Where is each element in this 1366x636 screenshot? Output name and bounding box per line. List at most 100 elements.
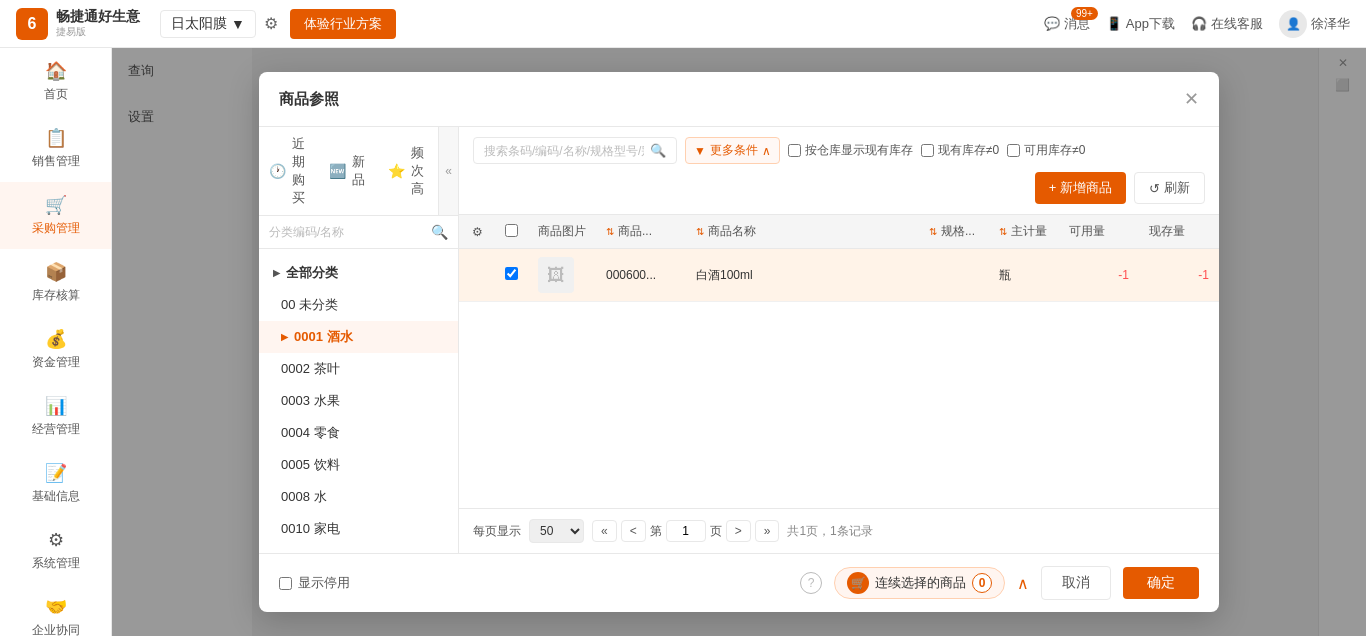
sidebar-item-purchase[interactable]: 🛒 采购管理	[0, 182, 111, 249]
more-filters-button[interactable]: ▼ 更多条件 ∧	[685, 137, 780, 164]
filter-collapse-icon: ∧	[762, 144, 771, 158]
td-unit: 瓶	[989, 249, 1059, 302]
product-search-input[interactable]	[484, 144, 644, 158]
content-area: 查询 设置 ✕ ⬜ 商品参照 ✕	[112, 48, 1366, 636]
table-settings-icon[interactable]: ⚙	[472, 225, 483, 239]
refresh-button[interactable]: ↺ 刷新	[1134, 172, 1205, 204]
messages-button[interactable]: 💬 消息 99+	[1044, 15, 1090, 33]
th-name: ⇅ 商品名称	[686, 215, 919, 249]
th-gear: ⚙	[459, 215, 495, 249]
category-item-fruit[interactable]: 0003 水果	[259, 385, 458, 417]
cancel-button[interactable]: 取消	[1041, 566, 1111, 600]
sidebar-item-corp-collab[interactable]: 🤝 企业协同	[0, 584, 111, 636]
td-stock: -1	[1139, 249, 1219, 302]
select-all-checkbox[interactable]	[505, 224, 518, 237]
category-item-snacks[interactable]: 0004 零食	[259, 417, 458, 449]
collab-icon: 🤝	[45, 596, 67, 618]
inventory-icon: 📦	[45, 261, 67, 283]
product-search-icon[interactable]: 🔍	[650, 143, 666, 158]
trial-button[interactable]: 体验行业方案	[290, 9, 396, 39]
new-icon: 🆕	[329, 163, 346, 179]
page-size-select[interactable]: 50 10 20 100	[529, 519, 584, 543]
left-panel-collapse-btn[interactable]: «	[438, 127, 458, 215]
product-reference-modal: 商品参照 ✕ 🕐 近期购买 🆕	[259, 72, 1219, 612]
category-search-icon[interactable]: 🔍	[431, 224, 448, 240]
sidebar-item-finance[interactable]: 💰 资金管理	[0, 316, 111, 383]
gear-icon[interactable]: ⚙	[264, 14, 278, 33]
user-avatar[interactable]: 👤 徐泽华	[1279, 10, 1350, 38]
td-available: -1	[1059, 249, 1139, 302]
nav-selector[interactable]: 日太阳膜 ▼	[160, 10, 256, 38]
td-name: 白酒100ml	[686, 249, 919, 302]
modal-left-tabs: 🕐 近期购买 🆕 新品 ⭐ 频次高 «	[259, 127, 458, 216]
td-img: 🖼	[528, 249, 596, 302]
app-download-button[interactable]: 📱 App下载	[1106, 15, 1175, 33]
sort-icon: ⇅	[999, 226, 1007, 237]
th-available: 可用量	[1059, 215, 1139, 249]
recent-purchase-tab[interactable]: 🕐 近期购买	[259, 127, 319, 215]
modal-header: 商品参照 ✕	[259, 72, 1219, 127]
category-item-liquor[interactable]: ▶ 0001 酒水	[259, 321, 458, 353]
sort-icon: ⇅	[606, 226, 614, 237]
toolbar-actions: + 新增商品 ↺ 刷新	[1035, 172, 1205, 204]
category-item-water[interactable]: 0008 水	[259, 481, 458, 513]
nonzero-avail-checkbox[interactable]: 可用库存≠0	[1007, 142, 1085, 159]
category-item-uncategorized[interactable]: 00 未分类	[259, 289, 458, 321]
cart-count-badge: 0	[972, 573, 992, 593]
td-checkbox[interactable]	[495, 249, 528, 302]
category-item-tea[interactable]: 0002 茶叶	[259, 353, 458, 385]
warehouse-filter-checkbox[interactable]: 按仓库显示现有库存	[788, 142, 913, 159]
purchase-icon: 🛒	[45, 194, 67, 216]
show-disabled-checkbox[interactable]: 显示停用	[279, 574, 350, 592]
page-total: 共1页，1条记录	[787, 523, 872, 540]
message-badge: 99+	[1071, 7, 1098, 20]
new-products-tab[interactable]: 🆕 新品	[319, 127, 379, 215]
star-icon: ⭐	[388, 163, 405, 179]
product-image: 🖼	[538, 257, 574, 293]
next-page-btn[interactable]: >	[726, 520, 751, 542]
sidebar-item-inventory[interactable]: 📦 库存核算	[0, 249, 111, 316]
th-img: 商品图片	[528, 215, 596, 249]
sidebar-item-sales[interactable]: 📋 销售管理	[0, 115, 111, 182]
add-product-button[interactable]: + 新增商品	[1035, 172, 1126, 204]
cart-icon: 🛒	[847, 572, 869, 594]
confirm-button[interactable]: 确定	[1123, 567, 1199, 599]
help-button[interactable]: ?	[800, 572, 822, 594]
sort-icon: ⇅	[929, 226, 937, 237]
modal-close-button[interactable]: ✕	[1184, 88, 1199, 110]
refresh-icon: ↺	[1149, 181, 1160, 196]
last-page-btn[interactable]: »	[755, 520, 780, 542]
td-code: 000600...	[596, 249, 686, 302]
modal-title: 商品参照	[279, 90, 339, 109]
online-service-button[interactable]: 🎧 在线客服	[1191, 15, 1263, 33]
cart-selector[interactable]: 🛒 连续选择的商品 0	[834, 567, 1005, 599]
sidebar-item-system[interactable]: ⚙ 系统管理	[0, 517, 111, 584]
app-icon: 📱	[1106, 16, 1122, 31]
footer-collapse-icon[interactable]: ∧	[1017, 574, 1029, 593]
th-stock: 现存量	[1139, 215, 1219, 249]
td-gear	[459, 249, 495, 302]
category-item-drinks[interactable]: 0005 饮料	[259, 449, 458, 481]
operations-icon: 📊	[45, 395, 67, 417]
logo-text: 畅捷通好生意	[56, 8, 140, 25]
footer-right: ? 🛒 连续选择的商品 0 ∧ 取消 确定	[800, 566, 1199, 600]
system-icon: ⚙	[48, 529, 64, 551]
category-item-all[interactable]: ▶ 全部分类	[259, 257, 458, 289]
topbar: 6 畅捷通好生意 捷易版 日太阳膜 ▼ ⚙ 体验行业方案 💬 消息 99+ 📱 …	[0, 0, 1366, 48]
topbar-right: 💬 消息 99+ 📱 App下载 🎧 在线客服 👤 徐泽华	[1044, 10, 1350, 38]
table-row[interactable]: 🖼 000600... 白酒100ml	[459, 249, 1219, 302]
category-search-input[interactable]	[269, 225, 425, 239]
modal-overlay: 商品参照 ✕ 🕐 近期购买 🆕	[112, 48, 1366, 636]
sidebar-item-operations[interactable]: 📊 经营管理	[0, 383, 111, 450]
page-number-input[interactable]	[666, 520, 706, 542]
chevron-down-icon: ▼	[231, 16, 245, 32]
first-page-btn[interactable]: «	[592, 520, 617, 542]
frequent-tab[interactable]: ⭐ 频次高	[378, 127, 438, 215]
nonzero-stock-checkbox[interactable]: 现有库存≠0	[921, 142, 999, 159]
sidebar-item-basic-info[interactable]: 📝 基础信息	[0, 450, 111, 517]
category-item-appliances[interactable]: 0010 家电	[259, 513, 458, 545]
headset-icon: 🎧	[1191, 16, 1207, 31]
product-table: ⚙ 商品图片	[459, 215, 1219, 302]
prev-page-btn[interactable]: <	[621, 520, 646, 542]
sidebar-item-home[interactable]: 🏠 首页	[0, 48, 111, 115]
